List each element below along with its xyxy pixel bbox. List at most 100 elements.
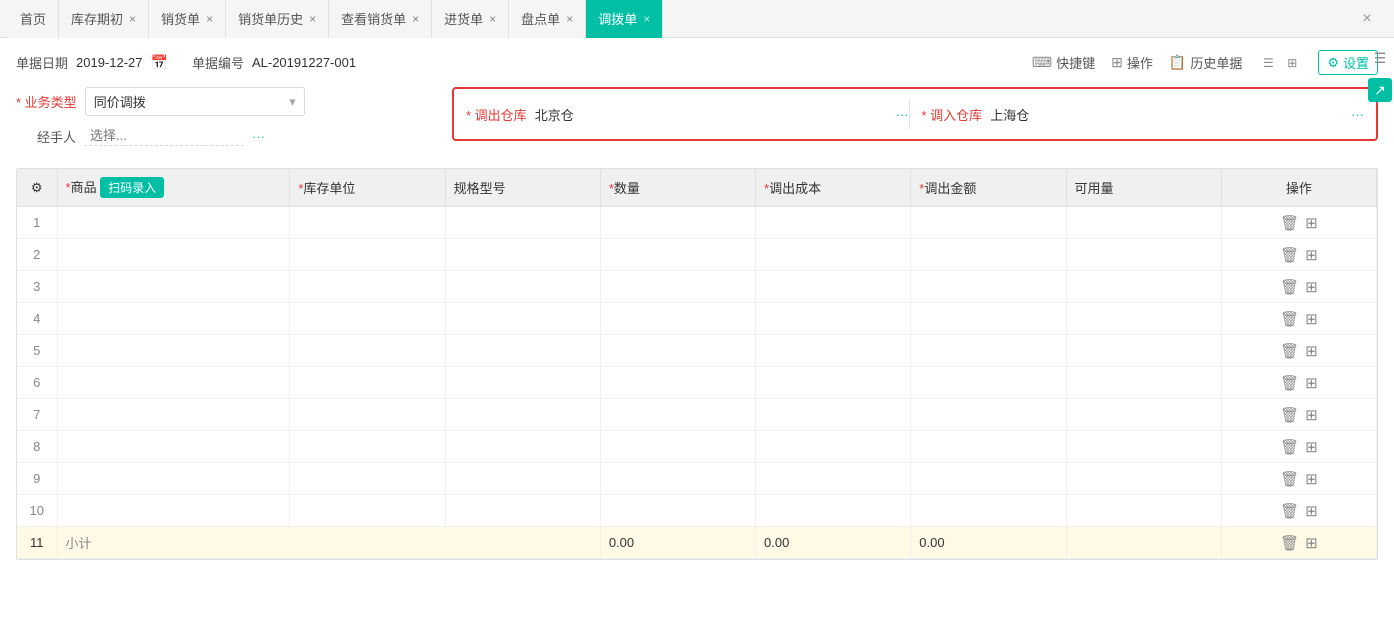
product-cell[interactable]	[57, 335, 290, 367]
cost-cell[interactable]	[756, 367, 911, 399]
product-cell[interactable]	[57, 463, 290, 495]
delete-icon[interactable]: 🗑	[1280, 502, 1299, 520]
delete-icon[interactable]: 🗑	[1280, 214, 1299, 232]
cost-cell[interactable]	[756, 431, 911, 463]
delete-icon[interactable]: 🗑	[1280, 246, 1299, 264]
tab-view-sales[interactable]: 查看销货单 ×	[329, 0, 432, 38]
tab-inventory-count-close[interactable]: ×	[566, 12, 573, 26]
cost-cell[interactable]	[756, 335, 911, 367]
copy-icon[interactable]: ⊞	[1305, 278, 1318, 296]
unit-cell[interactable]	[290, 207, 445, 239]
sidebar-export-icon[interactable]: ↗	[1368, 78, 1392, 102]
unit-cell[interactable]	[290, 303, 445, 335]
spec-cell[interactable]	[445, 463, 600, 495]
unit-cell[interactable]	[290, 431, 445, 463]
cost-cell[interactable]	[756, 303, 911, 335]
amount-cell[interactable]	[911, 367, 1066, 399]
shortcut-button[interactable]: ⌨ 快捷键	[1032, 53, 1095, 72]
product-cell[interactable]	[57, 367, 290, 399]
copy-icon[interactable]: ⊞	[1305, 374, 1318, 392]
history-button[interactable]: 📋 历史单据	[1169, 53, 1242, 72]
cost-cell[interactable]	[756, 495, 911, 527]
spec-cell[interactable]	[445, 303, 600, 335]
delete-icon[interactable]: 🗑	[1280, 438, 1299, 456]
product-cell[interactable]	[57, 271, 290, 303]
delete-icon[interactable]: 🗑	[1280, 278, 1299, 296]
amount-cell[interactable]	[911, 207, 1066, 239]
tab-transfer[interactable]: 调拨单 ×	[586, 0, 663, 38]
delete-icon[interactable]: 🗑	[1280, 342, 1299, 360]
copy-icon[interactable]: ⊞	[1305, 534, 1318, 552]
delete-icon[interactable]: 🗑	[1280, 310, 1299, 328]
unit-cell[interactable]	[290, 367, 445, 399]
spec-cell[interactable]	[445, 335, 600, 367]
tab-transfer-close[interactable]: ×	[643, 12, 650, 26]
cost-cell[interactable]	[756, 239, 911, 271]
layout-lines-icon[interactable]: ☰	[1258, 53, 1278, 73]
calendar-icon[interactable]: 📅	[151, 54, 168, 71]
product-cell[interactable]	[57, 495, 290, 527]
product-cell[interactable]	[57, 239, 290, 271]
amount-cell[interactable]	[911, 271, 1066, 303]
delete-icon[interactable]: 🗑	[1280, 406, 1299, 424]
product-cell[interactable]	[57, 431, 290, 463]
spec-cell[interactable]	[445, 207, 600, 239]
copy-icon[interactable]: ⊞	[1305, 406, 1318, 424]
tab-inventory-init-close[interactable]: ×	[129, 12, 136, 26]
product-cell[interactable]	[57, 207, 290, 239]
copy-icon[interactable]: ⊞	[1305, 502, 1318, 520]
amount-cell[interactable]	[911, 463, 1066, 495]
unit-cell[interactable]	[290, 239, 445, 271]
unit-cell[interactable]	[290, 399, 445, 431]
qty-cell[interactable]	[600, 367, 755, 399]
cost-cell[interactable]	[756, 207, 911, 239]
layout-grid-icon[interactable]: ⊞	[1282, 53, 1302, 73]
close-window-button[interactable]: ×	[1348, 0, 1386, 38]
copy-icon[interactable]: ⊞	[1305, 438, 1318, 456]
tab-sales-history[interactable]: 销货单历史 ×	[226, 0, 329, 38]
th-settings[interactable]: ⚙	[17, 169, 57, 207]
tab-sales-order-close[interactable]: ×	[206, 12, 213, 26]
copy-icon[interactable]: ⊞	[1305, 342, 1318, 360]
cost-cell[interactable]	[756, 399, 911, 431]
spec-cell[interactable]	[445, 495, 600, 527]
cost-cell[interactable]	[756, 463, 911, 495]
tab-sales-order[interactable]: 销货单 ×	[149, 0, 226, 38]
transfer-in-more-button[interactable]: ···	[1351, 107, 1364, 122]
business-type-select[interactable]: 同价调拨 ▾	[85, 87, 305, 116]
copy-icon[interactable]: ⊞	[1305, 214, 1318, 232]
delete-icon[interactable]: 🗑	[1280, 534, 1299, 552]
tab-inventory-count[interactable]: 盘点单 ×	[509, 0, 586, 38]
unit-cell[interactable]	[290, 495, 445, 527]
handler-input[interactable]	[84, 126, 244, 146]
handler-more-button[interactable]: ···	[252, 129, 265, 144]
qty-cell[interactable]	[600, 239, 755, 271]
qty-cell[interactable]	[600, 399, 755, 431]
qty-cell[interactable]	[600, 207, 755, 239]
cost-cell[interactable]	[756, 271, 911, 303]
product-cell[interactable]	[57, 399, 290, 431]
operate-button[interactable]: ⊞ 操作	[1111, 53, 1153, 72]
copy-icon[interactable]: ⊞	[1305, 310, 1318, 328]
spec-cell[interactable]	[445, 367, 600, 399]
delete-icon[interactable]: 🗑	[1280, 470, 1299, 488]
scan-button[interactable]: 扫码录入	[100, 177, 164, 198]
amount-cell[interactable]	[911, 239, 1066, 271]
amount-cell[interactable]	[911, 495, 1066, 527]
tab-view-sales-close[interactable]: ×	[412, 12, 419, 26]
transfer-out-more-button[interactable]: ···	[896, 107, 909, 122]
delete-icon[interactable]: 🗑	[1280, 374, 1299, 392]
tab-purchase-order-close[interactable]: ×	[489, 12, 496, 26]
tab-purchase-order[interactable]: 进货单 ×	[432, 0, 509, 38]
spec-cell[interactable]	[445, 271, 600, 303]
qty-cell[interactable]	[600, 495, 755, 527]
amount-cell[interactable]	[911, 335, 1066, 367]
unit-cell[interactable]	[290, 463, 445, 495]
amount-cell[interactable]	[911, 303, 1066, 335]
spec-cell[interactable]	[445, 431, 600, 463]
qty-cell[interactable]	[600, 431, 755, 463]
product-cell[interactable]	[57, 303, 290, 335]
qty-cell[interactable]	[600, 271, 755, 303]
tab-inventory-init[interactable]: 库存期初 ×	[59, 0, 149, 38]
spec-cell[interactable]	[445, 399, 600, 431]
